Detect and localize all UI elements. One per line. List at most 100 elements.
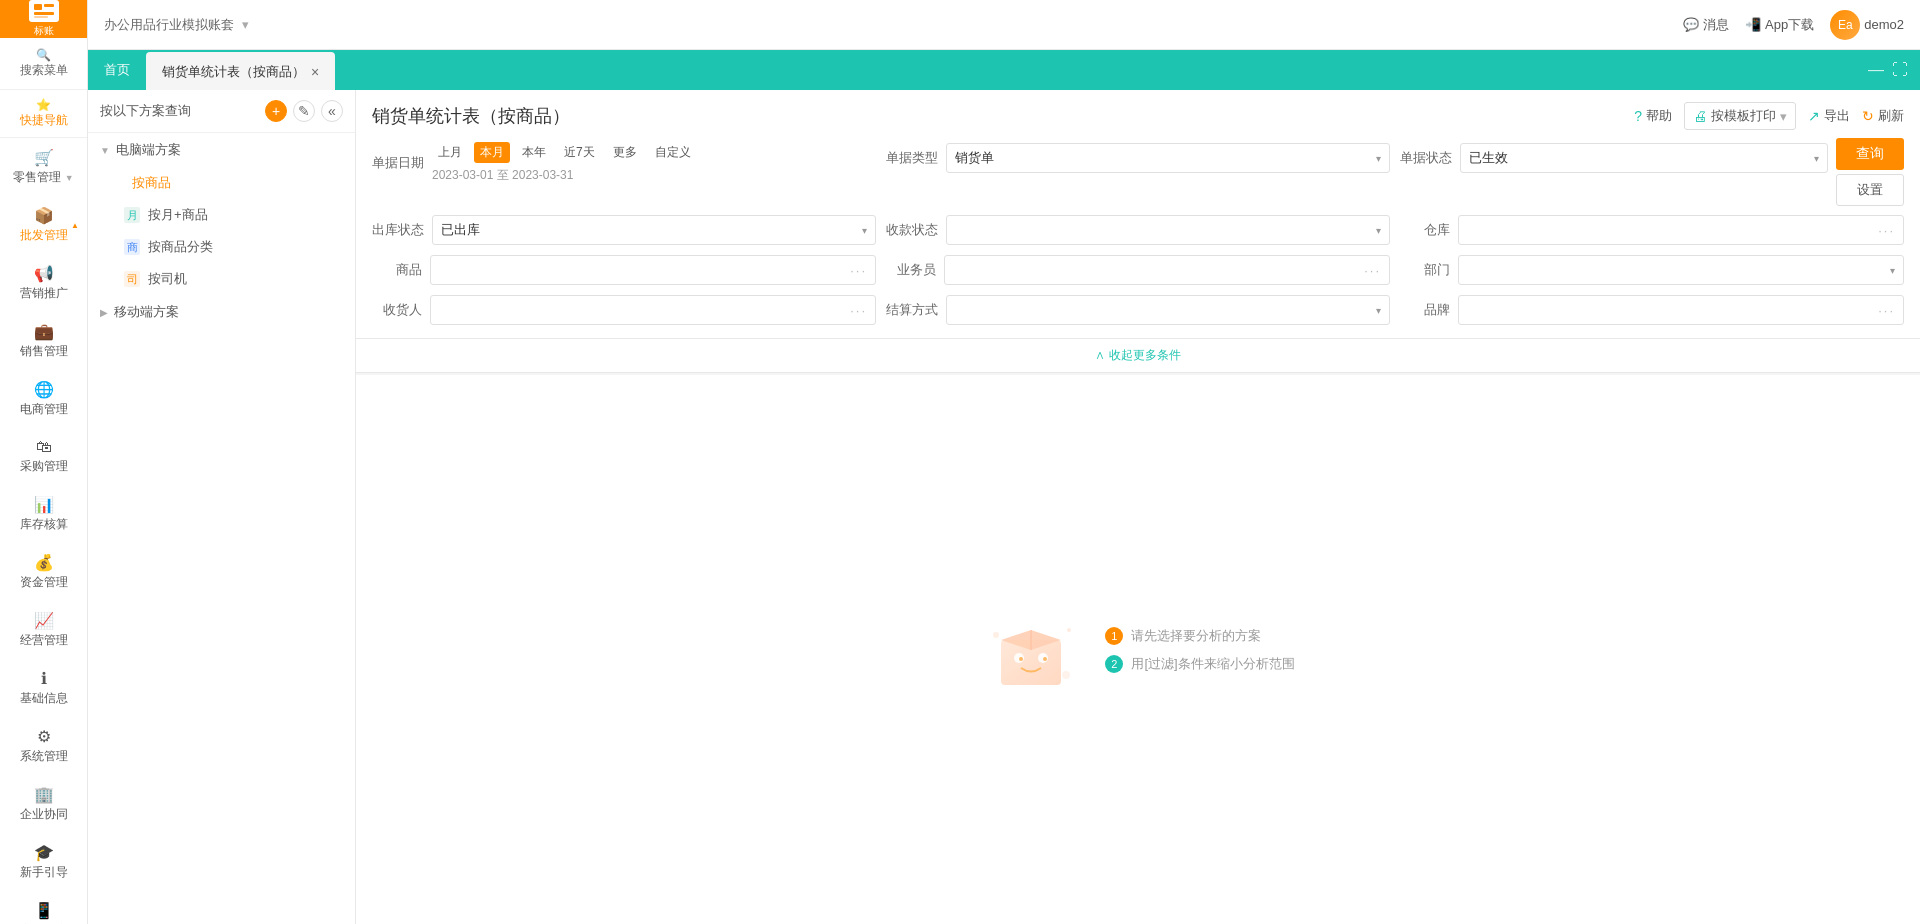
edit-scheme-btn[interactable]: ✎ <box>293 100 315 122</box>
salesperson-label: 业务员 <box>886 261 936 279</box>
dept-input[interactable]: ▾ <box>1458 255 1904 285</box>
logo-text: 标账 <box>34 24 54 38</box>
tree-item-goods-category[interactable]: 商 按商品分类 <box>88 231 355 263</box>
receiver-field: 收货人 ··· <box>372 294 876 326</box>
sidebar-item-finance[interactable]: 💰 资金管理 <box>0 543 87 601</box>
svg-point-13 <box>1067 628 1071 632</box>
empty-state: 1 请先选择要分析的方案 2 用[过滤]条件来缩小分析范围 <box>356 375 1920 924</box>
print-icon: 🖨 <box>1693 108 1707 124</box>
refresh-icon: ↻ <box>1862 108 1874 124</box>
help-btn[interactable]: ? 帮助 <box>1634 107 1672 125</box>
message-btn[interactable]: 💬 消息 <box>1683 16 1729 34</box>
export-btn[interactable]: ↗ 导出 <box>1808 107 1850 125</box>
edit-icon: ✎ <box>298 103 310 119</box>
settle-label: 结算方式 <box>886 301 938 319</box>
date-tab-this-year[interactable]: 本年 <box>516 142 552 163</box>
empty-content: 1 请先选择要分析的方案 2 用[过滤]条件来缩小分析范围 <box>981 600 1294 700</box>
receiver-dots: ··· <box>850 303 867 318</box>
page-title: 销货单统计表（按商品） <box>372 104 570 128</box>
tab-sales-stats[interactable]: 销货单统计表（按商品） × <box>146 52 335 92</box>
help-icon: ? <box>1634 108 1642 124</box>
tree-item-driver[interactable]: 司 按司机 <box>88 263 355 295</box>
query-area: 销货单统计表（按商品） ? 帮助 🖨 按模板打印 ▾ ↗ <box>356 90 1920 924</box>
user-profile[interactable]: Ea demo2 <box>1830 10 1904 40</box>
out-status-input[interactable]: 已出库 ▾ <box>432 215 876 245</box>
refresh-btn[interactable]: ↻ 刷新 <box>1862 107 1904 125</box>
query-header: 销货单统计表（按商品） ? 帮助 🖨 按模板打印 ▾ ↗ <box>356 90 1920 339</box>
sidebar-item-basic[interactable]: ℹ 基础信息 <box>0 659 87 717</box>
settings-button[interactable]: 设置 <box>1836 174 1904 206</box>
settle-field: 结算方式 ▾ <box>886 294 1390 326</box>
filter-panel-header: 按以下方案查询 + ✎ « <box>88 90 355 133</box>
date-tabs: 上月 本月 本年 近7天 更多 自定义 <box>432 142 876 163</box>
doc-status-input[interactable]: 已生效 ▾ <box>1460 143 1828 173</box>
warehouse-dots: ··· <box>1878 223 1895 238</box>
top-header: 办公用品行业模拟账套 ▾ 💬 消息 📲 App下载 Ea demo2 <box>88 0 1920 50</box>
svg-rect-0 <box>34 4 42 10</box>
app-logo[interactable]: 标账 <box>0 0 87 38</box>
query-button[interactable]: 查询 <box>1836 138 1904 170</box>
add-scheme-btn[interactable]: + <box>265 100 287 122</box>
sidebar-item-enterprise[interactable]: 🏢 企业协同 <box>0 775 87 833</box>
sidebar-item-operations[interactable]: 📈 经营管理 <box>0 601 87 659</box>
maximize-btn[interactable]: ⛶ <box>1892 61 1908 79</box>
content-area: 按以下方案查询 + ✎ « ▼ 电脑端方案 <box>88 90 1920 924</box>
query-title-actions: ? 帮助 🖨 按模板打印 ▾ ↗ 导出 ↻ <box>1634 102 1904 130</box>
collapse-bar[interactable]: ∧ 收起更多条件 <box>356 339 1920 373</box>
date-tab-more[interactable]: 更多 <box>607 142 643 163</box>
app-download-btn[interactable]: 📲 App下载 <box>1745 16 1814 34</box>
header-title: 办公用品行业模拟账套 <box>104 16 234 34</box>
date-filter: 上月 本月 本年 近7天 更多 自定义 2023-03-01 至 2023-03… <box>432 142 876 184</box>
date-label: 单据日期 <box>372 154 424 172</box>
minimize-btn[interactable]: — <box>1868 61 1884 79</box>
doc-type-input[interactable]: 销货单 ▾ <box>946 143 1390 173</box>
tree-mobile-group[interactable]: ▶ 移动端方案 <box>88 295 355 329</box>
date-tab-last-month[interactable]: 上月 <box>432 142 468 163</box>
collapse-panel-btn[interactable]: « <box>321 100 343 122</box>
marketing-icon: 📢 <box>0 264 87 283</box>
print-btn[interactable]: 🖨 按模板打印 ▾ <box>1684 102 1796 130</box>
category-icon: 商 <box>124 239 140 255</box>
tree-computer-group[interactable]: ▼ 电脑端方案 <box>88 133 355 167</box>
goods-input[interactable]: ··· <box>430 255 876 285</box>
settle-input[interactable]: ▾ <box>946 295 1390 325</box>
sidebar-item-guide[interactable]: 🎓 新手引导 <box>0 833 87 891</box>
sidebar-item-ecommerce[interactable]: 🌐 电商管理 <box>0 370 87 428</box>
date-tab-this-month[interactable]: 本月 <box>474 142 510 163</box>
tree-item-by-goods[interactable]: 按商品 <box>88 167 355 199</box>
salesperson-dots: ··· <box>1364 263 1381 278</box>
svg-point-12 <box>1062 671 1070 679</box>
sidebar-item-retail[interactable]: 🛒 零售管理 ▼ <box>0 138 87 196</box>
tab-close-btn[interactable]: × <box>311 64 319 80</box>
salesperson-input[interactable]: ··· <box>944 255 1390 285</box>
tree-item-month-goods[interactable]: 月 按月+商品 <box>88 199 355 231</box>
search-menu[interactable]: 🔍 搜索菜单 <box>0 38 87 90</box>
tab-home[interactable]: 首页 <box>88 50 146 90</box>
header-dropdown-arrow[interactable]: ▾ <box>242 17 249 32</box>
export-icon: ↗ <box>1808 108 1820 124</box>
search-icon: 🔍 <box>0 48 87 62</box>
sidebar-item-wholesale[interactable]: 📦 批发管理 <box>0 196 87 254</box>
warehouse-input[interactable]: ··· <box>1458 215 1904 245</box>
svg-point-11 <box>993 632 999 638</box>
quick-nav[interactable]: ⭐ 快捷导航 <box>0 90 87 138</box>
sidebar-item-inventory[interactable]: 📊 库存核算 <box>0 485 87 543</box>
sidebar-item-marketing[interactable]: 📢 营销推广 <box>0 254 87 312</box>
sidebar-item-apps[interactable]: 📱 应用中心 <box>0 891 87 924</box>
doc-status-chevron: ▾ <box>1814 153 1819 164</box>
step1-num: 1 <box>1105 627 1123 645</box>
step2-num: 2 <box>1105 655 1123 673</box>
collect-chevron: ▾ <box>1376 225 1381 236</box>
sidebar-item-sales[interactable]: 💼 销售管理 <box>0 312 87 370</box>
collect-status-input[interactable]: ▾ <box>946 215 1390 245</box>
date-tab-custom[interactable]: 自定义 <box>649 142 697 163</box>
logo-icon <box>29 0 59 22</box>
dept-label: 部门 <box>1400 261 1450 279</box>
receiver-input[interactable]: ··· <box>430 295 876 325</box>
sidebar-item-system[interactable]: ⚙ 系统管理 <box>0 717 87 775</box>
sidebar-item-purchase[interactable]: 🛍 采购管理 <box>0 428 87 485</box>
retail-icon: 🛒 <box>0 148 87 167</box>
brand-input[interactable]: ··· <box>1458 295 1904 325</box>
date-tab-7days[interactable]: 近7天 <box>558 142 601 163</box>
enterprise-icon: 🏢 <box>0 785 87 804</box>
